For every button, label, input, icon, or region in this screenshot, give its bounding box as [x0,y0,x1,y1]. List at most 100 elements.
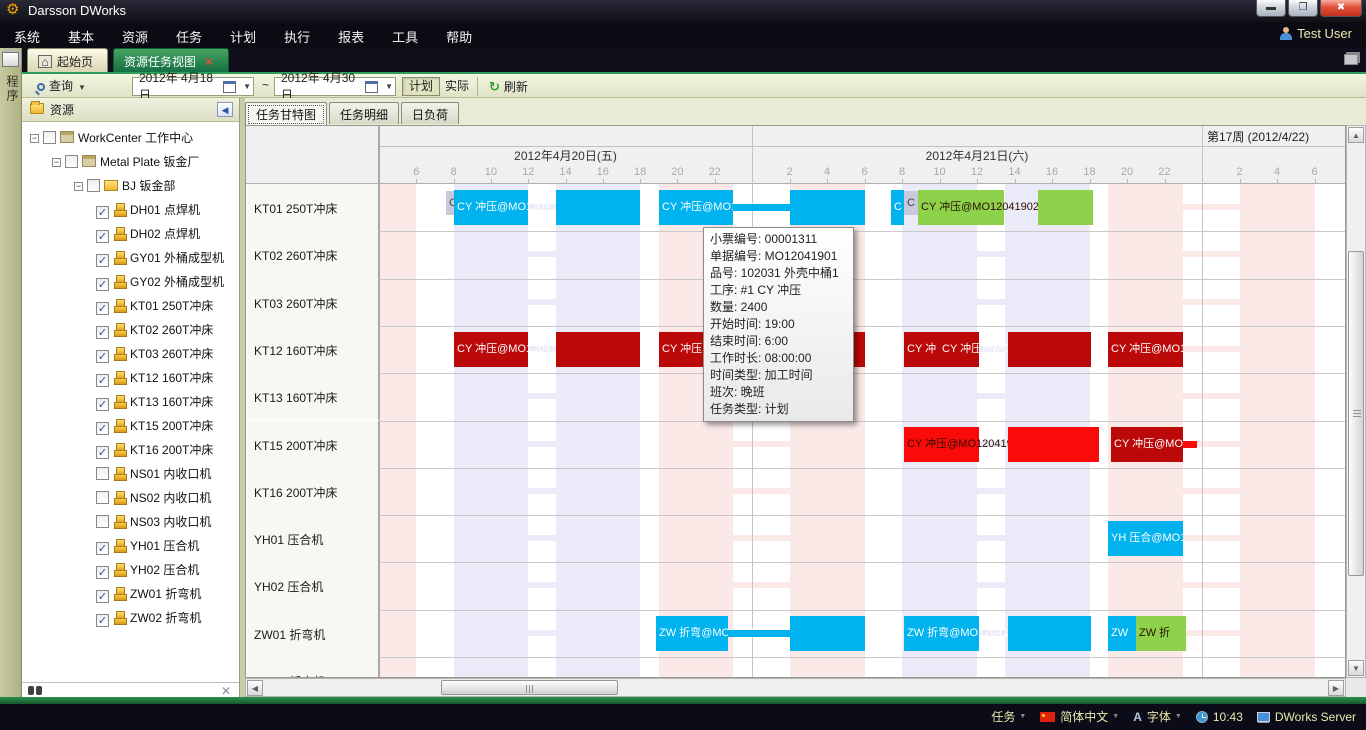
tree-checkbox[interactable]: ✓ [96,446,109,459]
tree-node-1[interactable]: −Metal Plate 钣金厂 [22,150,239,174]
tree-node-0[interactable]: −WorkCenter 工作中心 [22,126,239,150]
vertical-scroll-thumb[interactable] [1348,251,1364,576]
task-bar[interactable]: CY 冲压@MO12041902 [918,190,1004,225]
view-tab-0[interactable]: 任务甘特图 [245,102,327,127]
collapse-node-icon[interactable]: − [30,134,39,143]
task-bar[interactable] [790,616,865,651]
task-bar[interactable]: C [891,190,904,225]
tree-node-20[interactable]: ✓ZW02 折弯机 [22,606,239,630]
minimize-button[interactable]: ▬ [1256,0,1286,17]
tree-search-bar[interactable]: ✕ [22,682,239,698]
menu-item-4[interactable]: 计划 [216,22,270,51]
horizontal-scrollbar[interactable]: ◀ ▶ [245,678,1346,697]
tree-checkbox[interactable]: ✓ [96,206,109,219]
status-item-2[interactable]: A字体▼ [1133,708,1182,725]
tree-node-12[interactable]: ✓KT15 200T冲床 [22,414,239,438]
tree-node-13[interactable]: ✓KT16 200T冲床 [22,438,239,462]
menu-item-3[interactable]: 任务 [162,22,216,51]
tree-checkbox[interactable]: ✓ [96,326,109,339]
task-bar[interactable] [733,204,790,211]
task-bar[interactable]: CY 冲压@MO12041904 [454,332,528,367]
task-bar[interactable]: ZW 折弯@MO12041901 [904,616,979,651]
tree-checkbox[interactable]: ✓ [96,350,109,363]
scroll-left-icon[interactable]: ◀ [247,680,263,696]
task-bar[interactable]: C [446,191,454,215]
vertical-scrollbar[interactable]: ▲ ▼ [1346,125,1366,678]
scroll-right-icon[interactable]: ▶ [1328,680,1344,696]
tree-checkbox[interactable]: ✓ [96,590,109,603]
tree-checkbox[interactable]: ✓ [96,566,109,579]
task-bar[interactable] [1038,190,1093,225]
tree-checkbox[interactable] [96,515,109,528]
tree-checkbox[interactable]: ✓ [96,398,109,411]
menu-item-2[interactable]: 资源 [108,22,162,51]
task-bar[interactable]: CY 冲 [904,332,939,367]
tree-checkbox[interactable] [96,467,109,480]
tree-checkbox[interactable]: ✓ [96,614,109,627]
task-bar[interactable] [728,630,790,637]
tree-node-5[interactable]: ✓GY01 外桶成型机 [22,246,239,270]
tree-checkbox[interactable]: ✓ [96,254,109,267]
task-bar[interactable] [1183,441,1197,448]
task-bar[interactable]: CY 冲压@MO1 [1108,332,1183,367]
tree-node-11[interactable]: ✓KT13 160T冲床 [22,390,239,414]
tree-checkbox[interactable]: ✓ [96,374,109,387]
scroll-down-icon[interactable]: ▼ [1348,660,1364,676]
tree-node-18[interactable]: ✓YH02 压合机 [22,558,239,582]
tree-node-4[interactable]: ✓DH02 点焊机 [22,222,239,246]
status-item-1[interactable]: 简体中文▼ [1040,708,1119,725]
collapse-node-icon[interactable]: − [74,182,83,191]
tree-node-8[interactable]: ✓KT02 260T冲床 [22,318,239,342]
tree-checkbox[interactable] [43,131,56,144]
task-bar[interactable] [790,190,865,225]
menu-item-8[interactable]: 帮助 [432,22,486,51]
task-bar[interactable] [556,190,640,225]
task-bar[interactable]: CY 冲压@MO12041903 [904,427,979,462]
date-from-field[interactable]: 2012年 4月18日▼ [132,77,254,96]
tree-checkbox[interactable] [87,179,100,192]
scroll-up-icon[interactable]: ▲ [1348,127,1364,143]
tree-node-17[interactable]: ✓YH01 压合机 [22,534,239,558]
current-user[interactable]: Test User [1280,26,1352,41]
doc-tab-0[interactable]: ⌂起始页 [27,48,108,72]
view-tab-1[interactable]: 任务明细 [329,102,399,124]
task-bar[interactable]: CY 冲压@MO12041901 [454,190,528,225]
tree-node-19[interactable]: ✓ZW01 折弯机 [22,582,239,606]
task-bar[interactable] [1008,427,1099,462]
status-item-0[interactable]: 任务▼ [986,708,1026,725]
tree-node-7[interactable]: ✓KT01 250T冲床 [22,294,239,318]
menu-item-0[interactable]: 系统 [0,22,54,51]
task-bar[interactable]: CY 冲压@MO12041904 [939,332,979,367]
task-bar[interactable]: CY 冲压@MO1 [1111,427,1183,462]
tree-checkbox[interactable] [65,155,78,168]
date-to-field[interactable]: 2012年 4月30日▼ [274,77,396,96]
tree-node-14[interactable]: NS01 内收口机 [22,462,239,486]
task-bar[interactable]: CY 冲压@MO12041901 [659,190,733,225]
menu-item-1[interactable]: 基本 [54,22,108,51]
actual-toggle-button[interactable]: 实际 [438,77,476,96]
tree-node-6[interactable]: ✓GY02 外桶成型机 [22,270,239,294]
task-bar[interactable]: ZW [1108,616,1136,651]
view-tab-2[interactable]: 日负荷 [401,102,459,124]
menu-item-7[interactable]: 工具 [378,22,432,51]
restore-button[interactable]: ❐ [1288,0,1318,17]
side-strip[interactable]: 程序 [0,48,22,698]
tree-node-3[interactable]: ✓DH01 点焊机 [22,198,239,222]
collapse-panel-button[interactable]: ◀ [217,102,233,117]
task-bar[interactable]: ZW 折 [1136,616,1186,651]
tree-checkbox[interactable]: ✓ [96,302,109,315]
tree-node-15[interactable]: NS02 内收口机 [22,486,239,510]
tree-node-16[interactable]: NS03 内收口机 [22,510,239,534]
close-button[interactable]: ✖ [1320,0,1362,17]
tree-checkbox[interactable]: ✓ [96,542,109,555]
close-tab-icon[interactable]: ✕ [204,55,214,69]
query-button[interactable]: 查询▼ [30,77,93,96]
tree-checkbox[interactable]: ✓ [96,422,109,435]
task-bar[interactable]: C [904,191,918,215]
task-bar[interactable] [1008,332,1091,367]
tree-checkbox[interactable] [96,491,109,504]
tree-checkbox[interactable]: ✓ [96,230,109,243]
plan-toggle-button[interactable]: 计划 [402,77,440,96]
menu-item-5[interactable]: 执行 [270,22,324,51]
menu-item-6[interactable]: 报表 [324,22,378,51]
